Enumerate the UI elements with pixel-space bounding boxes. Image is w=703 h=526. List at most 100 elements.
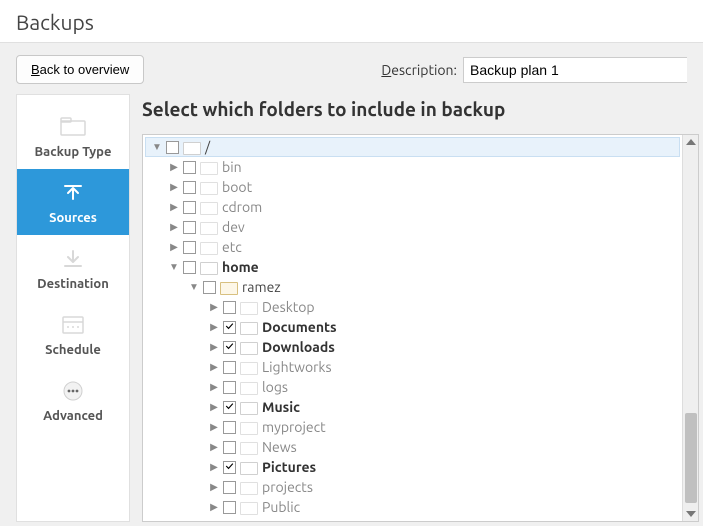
chevron-right-icon[interactable]: ▶ <box>167 221 181 233</box>
chevron-right-icon[interactable]: ▶ <box>207 501 221 513</box>
sidebar-item-advanced[interactable]: Advanced <box>17 367 129 433</box>
scroll-thumb[interactable] <box>685 413 697 503</box>
tree-row[interactable]: ▶ myproject <box>143 417 682 437</box>
folder-icon <box>200 181 216 194</box>
tree-row[interactable]: ▶Documents <box>143 317 682 337</box>
folder-icon <box>240 361 256 374</box>
description-input[interactable] <box>463 57 687 83</box>
tree-row[interactable]: ▶boot <box>143 177 682 197</box>
folder-label: News <box>262 439 297 455</box>
folder-tree[interactable]: ▼/▶bin▶boot▶cdrom▶dev▶etc▼home▼ramez▶Des… <box>143 135 682 521</box>
tree-row[interactable]: ▶ projects <box>143 477 682 497</box>
tree-row[interactable]: ▶ Pictures <box>143 457 682 477</box>
description-label: Description: <box>381 62 457 78</box>
folder-checkbox[interactable] <box>223 501 236 514</box>
folder-checkbox[interactable] <box>166 141 179 154</box>
folder-icon <box>240 501 256 514</box>
tree-row[interactable]: ▶bin <box>143 157 682 177</box>
sidebar-item-sources[interactable]: Sources <box>17 169 129 235</box>
folder-icon <box>200 261 216 274</box>
app-header: Backups <box>0 0 703 43</box>
tree-row[interactable]: ▶cdrom <box>143 197 682 217</box>
sidebar-item-destination[interactable]: Destination <box>17 235 129 301</box>
folder-label: Lightworks <box>262 359 332 375</box>
folder-icon <box>240 381 256 394</box>
folder-icon <box>240 401 256 414</box>
chevron-right-icon[interactable]: ▶ <box>167 161 181 173</box>
chevron-right-icon[interactable]: ▶ <box>207 481 221 493</box>
more-icon <box>21 379 125 403</box>
chevron-right-icon[interactable]: ▶ <box>207 341 221 353</box>
back-label-underline: B <box>31 62 40 77</box>
tree-row[interactable]: ▼ramez <box>143 277 682 297</box>
tree-row[interactable]: ▶logs <box>143 377 682 397</box>
chevron-right-icon[interactable]: ▶ <box>207 321 221 333</box>
tree-row[interactable]: ▶ Public <box>143 497 682 517</box>
folder-tree-container: ▼/▶bin▶boot▶cdrom▶dev▶etc▼home▼ramez▶Des… <box>142 134 699 522</box>
tree-row[interactable]: ▶Downloads <box>143 337 682 357</box>
tree-row[interactable]: ▶ Lightworks <box>143 357 682 377</box>
folder-checkbox[interactable] <box>203 281 216 294</box>
content-title: Select which folders to include in backu… <box>142 98 699 120</box>
folder-checkbox[interactable] <box>223 461 236 474</box>
chevron-right-icon[interactable]: ▶ <box>207 361 221 373</box>
folder-checkbox[interactable] <box>223 301 236 314</box>
folder-label: myproject <box>262 419 326 435</box>
folder-checkbox[interactable] <box>183 241 196 254</box>
folder-checkbox[interactable] <box>223 361 236 374</box>
sidebar-item-schedule[interactable]: Schedule <box>17 301 129 367</box>
folder-checkbox[interactable] <box>183 181 196 194</box>
folder-checkbox[interactable] <box>223 421 236 434</box>
folder-label: Desktop <box>262 299 315 315</box>
folder-checkbox[interactable] <box>223 381 236 394</box>
folder-checkbox[interactable] <box>183 201 196 214</box>
main-area: Backup Type Sources Destination Schedule <box>0 94 703 522</box>
back-label-rest: ack to overview <box>40 62 130 77</box>
chevron-right-icon[interactable]: ▶ <box>207 381 221 393</box>
folder-checkbox[interactable] <box>223 441 236 454</box>
folder-checkbox[interactable] <box>183 161 196 174</box>
folder-checkbox[interactable] <box>183 261 196 274</box>
chevron-right-icon[interactable]: ▶ <box>207 301 221 313</box>
page-title: Backups <box>16 10 687 34</box>
folder-checkbox[interactable] <box>223 341 236 354</box>
chevron-down-icon[interactable]: ▼ <box>167 261 181 273</box>
folder-icon <box>200 161 216 174</box>
folder-checkbox[interactable] <box>183 221 196 234</box>
chevron-right-icon[interactable]: ▶ <box>207 461 221 473</box>
chevron-right-icon[interactable]: ▶ <box>167 241 181 253</box>
sidebar-item-backup-type[interactable]: Backup Type <box>17 103 129 169</box>
download-icon <box>21 247 125 271</box>
folder-checkbox[interactable] <box>223 321 236 334</box>
chevron-down-icon[interactable]: ▼ <box>187 281 201 293</box>
chevron-right-icon[interactable]: ▶ <box>167 181 181 193</box>
folder-icon <box>21 115 125 139</box>
folder-icon <box>200 241 216 254</box>
back-to-overview-button[interactable]: Back to overview <box>16 55 144 84</box>
folder-label: Pictures <box>262 459 316 475</box>
tree-row[interactable]: ▶etc <box>143 237 682 257</box>
sidebar: Backup Type Sources Destination Schedule <box>16 94 130 522</box>
folder-label: Public <box>262 499 300 515</box>
tree-scrollbar[interactable] <box>682 135 698 521</box>
tree-row[interactable]: ▶ Music <box>143 397 682 417</box>
chevron-down-icon[interactable]: ▼ <box>150 141 164 153</box>
folder-label: projects <box>262 479 313 495</box>
chevron-right-icon[interactable]: ▶ <box>207 401 221 413</box>
folder-checkbox[interactable] <box>223 401 236 414</box>
tree-row[interactable]: ▶ dev <box>143 217 682 237</box>
folder-checkbox[interactable] <box>223 481 236 494</box>
sidebar-label: Sources <box>21 211 125 225</box>
folder-label: Music <box>262 399 300 415</box>
folder-label: / <box>205 139 210 155</box>
folder-label: dev <box>222 219 245 235</box>
folder-icon <box>240 461 256 474</box>
chevron-right-icon[interactable]: ▶ <box>207 441 221 453</box>
chevron-right-icon[interactable]: ▶ <box>207 421 221 433</box>
tree-row[interactable]: ▼home <box>143 257 682 277</box>
folder-icon <box>240 321 256 334</box>
chevron-right-icon[interactable]: ▶ <box>167 201 181 213</box>
tree-row[interactable]: ▼/ <box>145 137 680 157</box>
tree-row[interactable]: ▶ Desktop <box>143 297 682 317</box>
tree-row[interactable]: ▶ News <box>143 437 682 457</box>
